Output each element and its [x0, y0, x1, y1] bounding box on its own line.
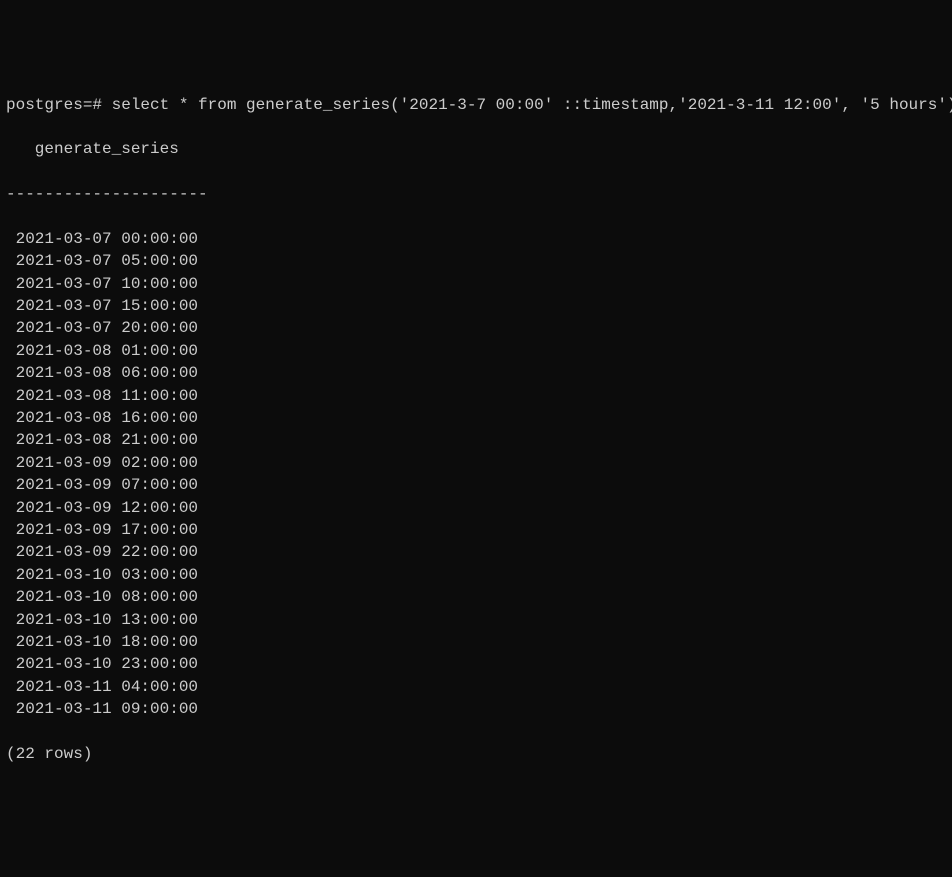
result-rows-container: 2021-03-07 00:00:00 2021-03-07 05:00:00 …	[6, 228, 946, 721]
result-row: 2021-03-10 03:00:00	[6, 564, 946, 586]
separator: ---------------------	[6, 183, 946, 205]
result-row: 2021-03-08 01:00:00	[6, 340, 946, 362]
column-header: generate_series	[6, 138, 946, 160]
result-row: 2021-03-09 07:00:00	[6, 474, 946, 496]
result-row: 2021-03-09 12:00:00	[6, 497, 946, 519]
result-row: 2021-03-07 15:00:00	[6, 295, 946, 317]
result-row: 2021-03-08 21:00:00	[6, 429, 946, 451]
result-row: 2021-03-09 02:00:00	[6, 452, 946, 474]
result-row: 2021-03-10 23:00:00	[6, 653, 946, 675]
result-row: 2021-03-07 00:00:00	[6, 228, 946, 250]
result-row: 2021-03-07 20:00:00	[6, 317, 946, 339]
result-row: 2021-03-08 16:00:00	[6, 407, 946, 429]
sql-prompt-line[interactable]: postgres=# select * from generate_series…	[6, 94, 946, 116]
result-row: 2021-03-09 22:00:00	[6, 541, 946, 563]
result-row: 2021-03-10 18:00:00	[6, 631, 946, 653]
result-row: 2021-03-11 04:00:00	[6, 676, 946, 698]
result-row: 2021-03-07 10:00:00	[6, 273, 946, 295]
row-count-footer: (22 rows)	[6, 743, 946, 765]
result-row: 2021-03-08 06:00:00	[6, 362, 946, 384]
result-row: 2021-03-10 13:00:00	[6, 609, 946, 631]
result-row: 2021-03-11 09:00:00	[6, 698, 946, 720]
result-row: 2021-03-08 11:00:00	[6, 385, 946, 407]
result-row: 2021-03-07 05:00:00	[6, 250, 946, 272]
result-row: 2021-03-09 17:00:00	[6, 519, 946, 541]
result-row: 2021-03-10 08:00:00	[6, 586, 946, 608]
